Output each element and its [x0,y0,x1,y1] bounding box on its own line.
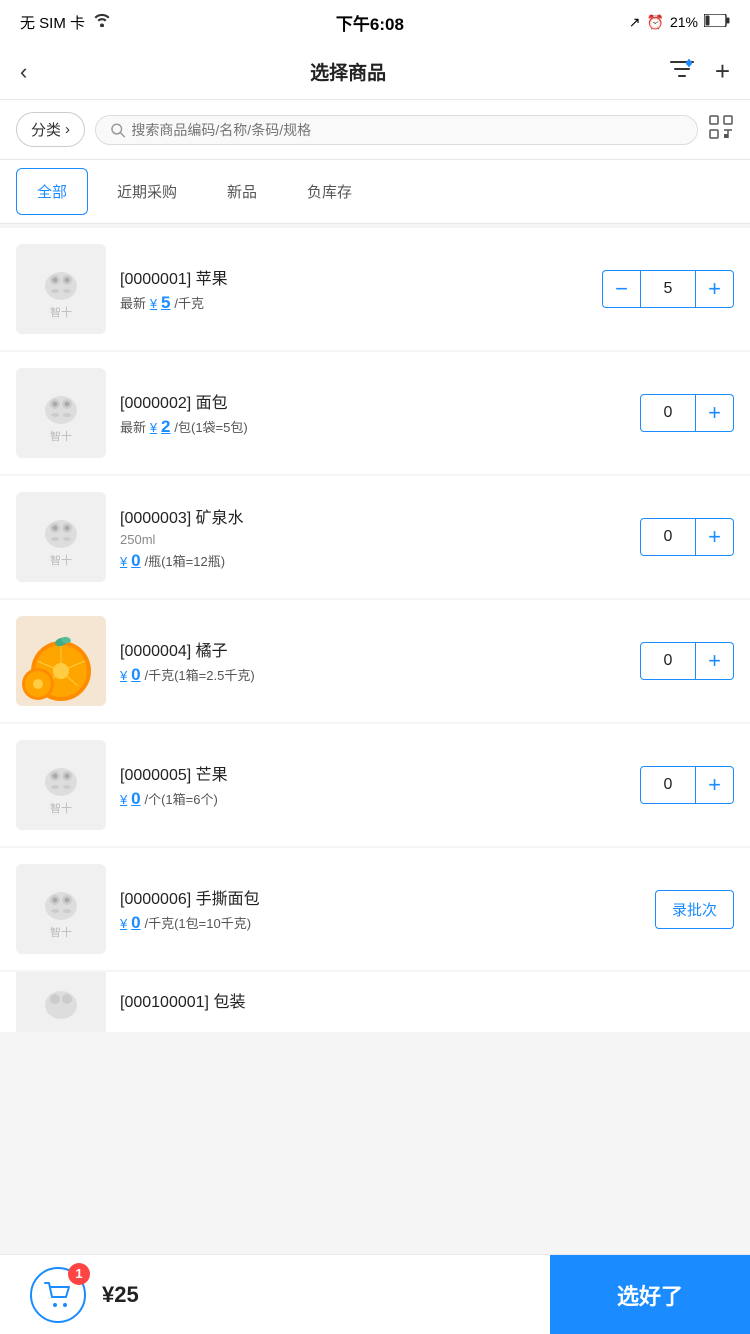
tab-new[interactable]: 新品 [206,168,278,215]
scan-icon[interactable] [708,114,734,146]
quantity-minus-button[interactable]: − [602,270,640,308]
quantity-plus-button[interactable]: + [696,518,734,556]
wifi-icon [93,13,111,31]
product-image: 智十 [16,740,106,830]
quantity-control: + [640,518,734,556]
quantity-control: − + [602,270,734,308]
product-list: 智十 [0000001] 苹果 最新 ¥ 5 /千克 − + [0,228,750,1032]
quantity-input[interactable] [640,270,696,308]
category-button[interactable]: 分类 › [16,112,85,147]
product-code-name: [0000006] 手撕面包 [120,885,641,909]
list-item: 智十 [0000003] 矿泉水 250ml ¥ 0 /瓶(1箱=12瓶) + [0,476,750,598]
quantity-plus-button[interactable]: + [696,642,734,680]
page-title: 选择商品 [310,58,386,85]
cart-badge: 1 [68,1263,90,1285]
bottom-bar: 1 ¥25 选好了 [0,1254,750,1334]
search-icon [110,122,125,138]
category-label: 分类 [31,119,61,140]
product-code-name: [0000002] 面包 [120,389,626,413]
product-price: ¥ 0 /瓶(1箱=12瓶) [120,551,626,571]
status-bar: 无 SIM 卡 下午6:08 ↗ ⏰ 21% [0,0,750,44]
quantity-control: + [640,394,734,432]
list-item: 智十 [0000002] 面包 最新 ¥ 2 /包(1袋=5包) + [0,352,750,474]
product-code-name: [0000004] 橘子 [120,637,626,661]
tab-recent[interactable]: 近期采购 [96,168,198,215]
product-price: ¥ 0 /千克(1箱=2.5千克) [120,665,626,685]
status-left: 无 SIM 卡 [20,12,111,33]
product-info: [0000001] 苹果 最新 ¥ 5 /千克 [120,265,588,313]
quantity-input[interactable] [640,518,696,556]
product-price: ¥ 0 /个(1箱=6个) [120,789,626,809]
product-code-name: [0000005] 芒果 [120,761,626,785]
product-image: 智十 [16,492,106,582]
placeholder-image: 智十 [16,368,106,458]
search-input[interactable] [131,122,683,138]
status-time: 下午6:08 [336,10,404,35]
cart-total: ¥25 [102,1282,139,1308]
alarm-icon: ⏰ [647,14,664,31]
quantity-control: 录批次 [655,890,734,929]
quantity-plus-button[interactable]: + [696,394,734,432]
product-info: [0000003] 矿泉水 250ml ¥ 0 /瓶(1箱=12瓶) [120,504,626,571]
back-button[interactable]: ‹ [20,59,27,85]
product-price: 最新 ¥ 2 /包(1袋=5包) [120,417,626,437]
product-spec: 250ml [120,532,626,547]
list-item: 智十 [0000006] 手撕面包 ¥ 0 /千克(1包=10千克) 录批次 [0,848,750,970]
product-image: 智十 [16,864,106,954]
orange-illustration [16,616,106,706]
category-chevron: › [65,121,70,138]
placeholder-image: 智十 [16,244,106,334]
product-info: [0000004] 橘子 ¥ 0 /千克(1箱=2.5千克) [120,637,626,685]
product-info: [0000006] 手撕面包 ¥ 0 /千克(1包=10千克) [120,885,641,933]
cart-icon-wrap[interactable]: 1 [30,1267,86,1323]
placeholder-image: 智十 [16,740,106,830]
battery-icon-wrap [704,14,730,30]
search-box [95,115,698,145]
product-info: [0000005] 芒果 ¥ 0 /个(1箱=6个) [120,761,626,809]
tabs-bar: 全部 近期采购 新品 负库存 [0,160,750,224]
battery-percent: 21% [670,14,698,30]
product-image [16,616,106,706]
product-price: ¥ 0 /千克(1包=10千克) [120,913,641,933]
product-code-name: [0000001] 苹果 [120,265,588,289]
quantity-input[interactable] [640,642,696,680]
nav-bar: ‹ 选择商品 + [0,44,750,100]
product-info: [000100001] 包装 [120,988,734,1016]
quantity-plus-button[interactable]: + [696,270,734,308]
placeholder-image: 智十 [16,492,106,582]
cart-icon [43,1281,73,1309]
status-right: ↗ ⏰ 21% [629,14,730,31]
quantity-input[interactable] [640,766,696,804]
tab-negative[interactable]: 负库存 [286,168,373,215]
add-button[interactable]: + [715,56,730,87]
filter-bar: 分类 › [0,100,750,160]
batch-button[interactable]: 录批次 [655,890,734,929]
quantity-plus-button[interactable]: + [696,766,734,804]
list-item: [0000004] 橘子 ¥ 0 /千克(1箱=2.5千克) + [0,600,750,722]
quantity-input[interactable] [640,394,696,432]
quantity-control: + [640,642,734,680]
product-image: 智十 [16,244,106,334]
product-info: [0000002] 面包 最新 ¥ 2 /包(1袋=5包) [120,389,626,437]
location-icon: ↗ [629,14,641,31]
tab-all[interactable]: 全部 [16,168,88,215]
list-item: [000100001] 包装 [0,972,750,1032]
filter-icon[interactable] [669,58,695,86]
placeholder-image: 智十 [16,864,106,954]
quantity-control: + [640,766,734,804]
product-price: 最新 ¥ 5 /千克 [120,293,588,313]
placeholder-image [16,972,106,1032]
product-code-name: [0000003] 矿泉水 [120,504,626,528]
cart-section: 1 ¥25 [0,1267,550,1323]
product-code-name: [000100001] 包装 [120,988,734,1012]
list-item: 智十 [0000005] 芒果 ¥ 0 /个(1箱=6个) + [0,724,750,846]
list-item: 智十 [0000001] 苹果 最新 ¥ 5 /千克 − + [0,228,750,350]
nav-actions: + [669,56,730,87]
confirm-button[interactable]: 选好了 [550,1255,750,1334]
carrier-text: 无 SIM 卡 [20,12,85,33]
product-image [16,972,106,1032]
product-image: 智十 [16,368,106,458]
